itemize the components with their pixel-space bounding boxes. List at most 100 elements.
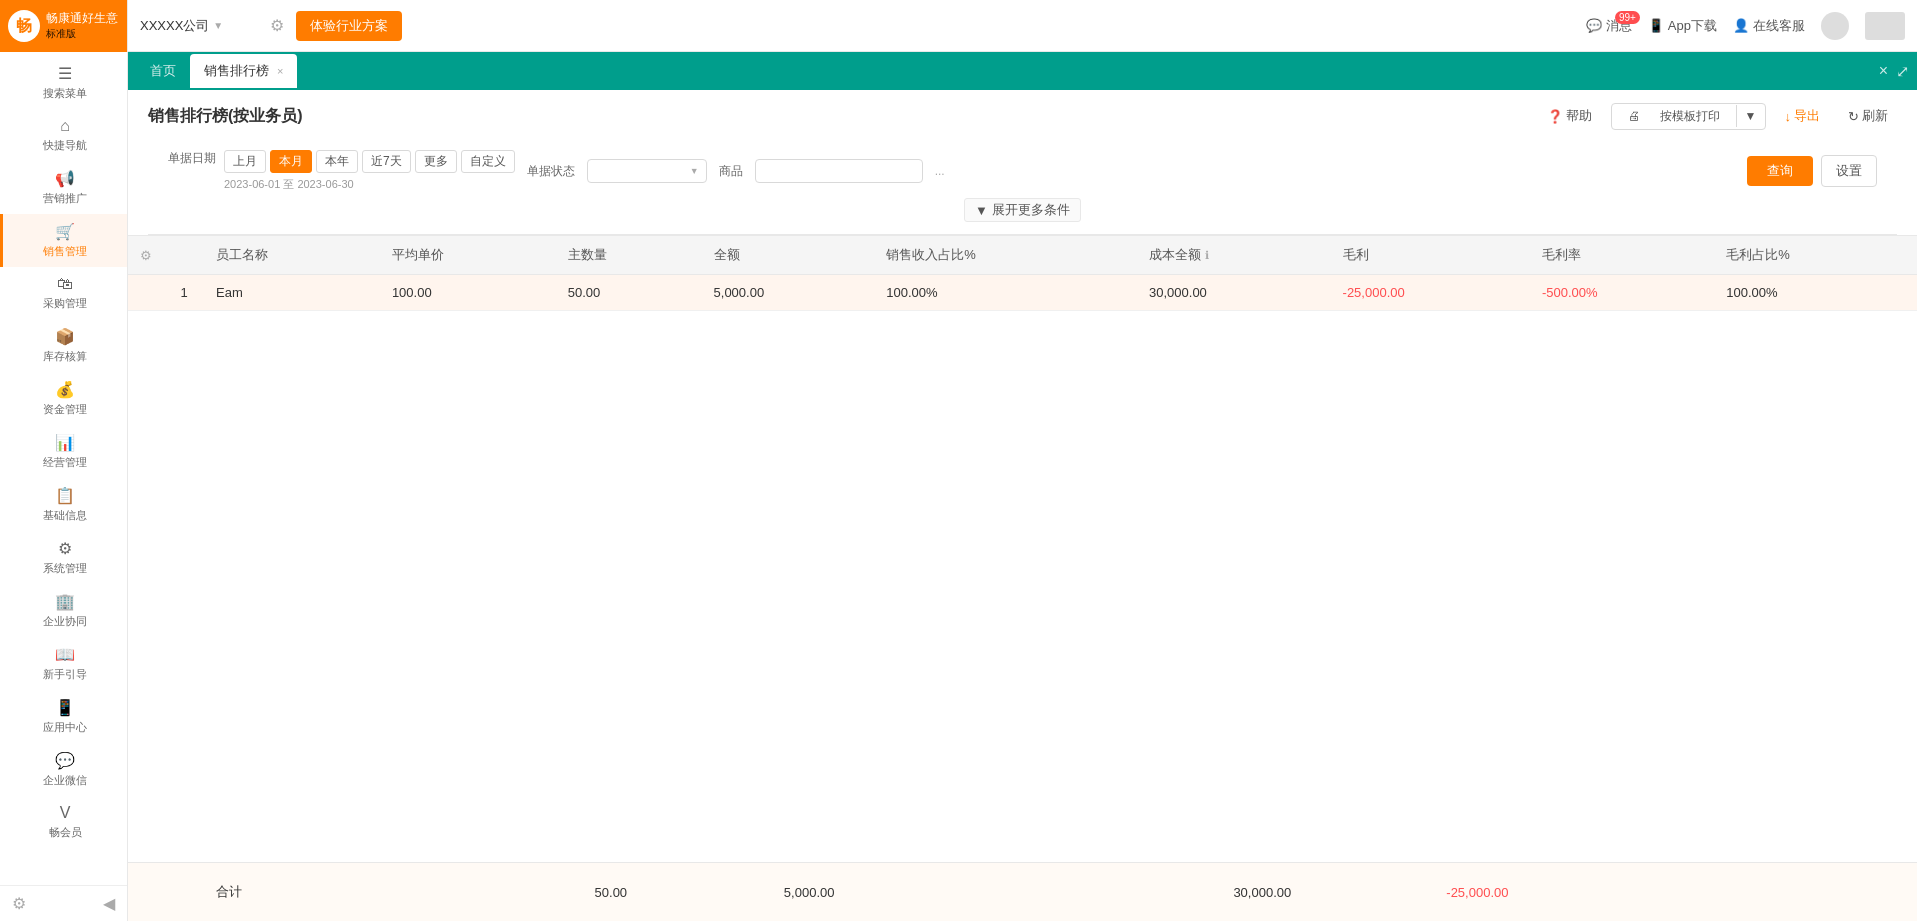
collapse-icon[interactable]: ◀ [103, 894, 115, 913]
sidebar-item-basics[interactable]: 📋 基础信息 [0, 478, 127, 531]
sidebar-item-sales[interactable]: 🛒 销售管理 [0, 214, 127, 267]
sidebar-label-system: 系统管理 [43, 561, 87, 576]
status-select-wrapper [587, 159, 707, 183]
app-download-label: App下载 [1668, 17, 1717, 35]
footer-sales-pct [985, 873, 1222, 911]
row-cost: 30,000.00 [1137, 275, 1331, 311]
message-btn[interactable]: 💬 消息 99+ [1586, 17, 1632, 35]
goods-more-icon[interactable]: ... [935, 164, 945, 178]
row-sales-pct: 100.00% [874, 275, 1137, 311]
company-name: XXXXX公司 [140, 17, 209, 35]
col-avg-price: 平均单价 [380, 236, 556, 275]
service-icon: 👤 [1733, 18, 1749, 33]
table-header-row: ⚙ 员工名称 平均单价 主数量 全额 销售收入占比% 成本全额 ℹ 毛利 毛利率… [128, 236, 1917, 275]
company-settings-icon[interactable]: ⚙ [270, 16, 284, 35]
row-gross: -25,000.00 [1331, 275, 1530, 311]
date-more-btn[interactable]: 更多 [415, 150, 457, 173]
sidebar-label-marketing: 营销推广 [43, 191, 87, 206]
col-rank [164, 236, 204, 275]
sidebar-label-guide: 新手引导 [43, 667, 87, 682]
sidebar-icon-member: V [60, 804, 71, 822]
status-select[interactable] [587, 159, 707, 183]
settings-gear-icon[interactable]: ⚙ [12, 894, 26, 913]
main-area: XXXXX公司 ▼ ⚙ 体验行业方案 💬 消息 99+ 📱 App下载 👤 在线… [128, 0, 1917, 921]
sidebar-icon-operations: 📊 [55, 433, 75, 452]
refresh-button[interactable]: ↻ 刷新 [1839, 102, 1897, 130]
date-prev-month-btn[interactable]: 上月 [224, 150, 266, 173]
col-gross: 毛利 [1331, 236, 1530, 275]
tab-close-icon[interactable]: × [277, 65, 283, 77]
print-dropdown-icon[interactable]: ▼ [1737, 105, 1765, 127]
header-right: 💬 消息 99+ 📱 App下载 👤 在线客服 [1586, 12, 1905, 40]
top-header: XXXXX公司 ▼ ⚙ 体验行业方案 💬 消息 99+ 📱 App下载 👤 在线… [128, 0, 1917, 52]
sidebar-item-marketing[interactable]: 📢 营销推广 [0, 161, 127, 214]
help-button[interactable]: ❓ 帮助 [1538, 102, 1601, 130]
sidebar-item-system[interactable]: ⚙ 系统管理 [0, 531, 127, 584]
trial-button[interactable]: 体验行业方案 [296, 11, 402, 41]
sidebar-label-enterprise: 企业协同 [43, 614, 87, 629]
date-custom-btn[interactable]: 自定义 [461, 150, 515, 173]
sidebar-item-apps[interactable]: 📱 应用中心 [0, 690, 127, 743]
sidebar-icon-wechat: 💬 [55, 751, 75, 770]
date-curr-month-btn[interactable]: 本月 [270, 150, 312, 173]
company-selector[interactable]: XXXXX公司 ▼ [140, 17, 260, 35]
col-gross-rate: 毛利率 [1530, 236, 1714, 275]
footer-table: 合计 50.00 5,000.00 30,000.00 -25,000.00 [128, 873, 1917, 911]
sidebar-label-apps: 应用中心 [43, 720, 87, 735]
sidebar-icon-marketing: 📢 [55, 169, 75, 188]
row-rank: 1 [164, 275, 204, 311]
sidebar-item-shortcuts[interactable]: ⌂ 快捷导航 [0, 109, 127, 161]
date-year-btn[interactable]: 本年 [316, 150, 358, 173]
sidebar: 畅 畅康通好生意 标准版 ☰ 搜索菜单 ⌂ 快捷导航 📢 营销推广 🛒 销售管理… [0, 0, 128, 921]
date-week-btn[interactable]: 近7天 [362, 150, 411, 173]
col-cost: 成本全额 ℹ [1137, 236, 1331, 275]
tab-home[interactable]: 首页 [136, 54, 190, 88]
app-download-btn[interactable]: 📱 App下载 [1648, 17, 1717, 35]
sidebar-icon-sales: 🛒 [55, 222, 75, 241]
sidebar-item-operations[interactable]: 📊 经营管理 [0, 425, 127, 478]
sidebar-label-member: 畅会员 [49, 825, 82, 840]
sidebar-item-enterprise[interactable]: 🏢 企业协同 [0, 584, 127, 637]
tab-sales-ranking[interactable]: 销售排行榜 × [190, 54, 297, 88]
page-header: 销售排行榜(按业务员) ❓ 帮助 🖨 按模板打印 ▼ [128, 90, 1917, 236]
sidebar-label-finance: 资金管理 [43, 402, 87, 417]
print-btn[interactable]: 🖨 按模板打印 [1612, 104, 1735, 129]
download-icon: 📱 [1648, 18, 1664, 33]
expand-row: ▼ 展开更多条件 [168, 192, 1877, 224]
table-row: 1 Eam 100.00 50.00 5,000.00 100.00% 30,0… [128, 275, 1917, 311]
col-amount: 全额 [702, 236, 875, 275]
query-button[interactable]: 查询 [1747, 156, 1813, 186]
sidebar-item-finance[interactable]: 💰 资金管理 [0, 372, 127, 425]
user-info[interactable] [1865, 12, 1905, 40]
service-label: 在线客服 [1753, 17, 1805, 35]
sidebar-item-wechat[interactable]: 💬 企业微信 [0, 743, 127, 796]
expand-label: 展开更多条件 [992, 201, 1070, 219]
sidebar-label-wechat: 企业微信 [43, 773, 87, 788]
online-service-btn[interactable]: 👤 在线客服 [1733, 17, 1805, 35]
message-icon: 💬 [1586, 18, 1602, 33]
filter-area: 单据日期 上月 本月 本年 近7天 更多 自定义 2023-06-01 至 20… [148, 140, 1897, 235]
sidebar-item-inventory[interactable]: 📦 库存核算 [0, 319, 127, 372]
footer-gross: -25,000.00 [1434, 873, 1647, 911]
sidebar-item-guide[interactable]: 📖 新手引导 [0, 637, 127, 690]
help-label: 帮助 [1566, 107, 1592, 125]
sidebar-label-shortcuts: 快捷导航 [43, 138, 87, 153]
sidebar-icon-basics: 📋 [55, 486, 75, 505]
tab-maximize-icon[interactable]: ⤢ [1896, 62, 1909, 81]
sidebar-item-purchase[interactable]: 🛍 采购管理 [0, 267, 127, 319]
footer-cost: 30,000.00 [1221, 873, 1434, 911]
sidebar-label-inventory: 库存核算 [43, 349, 87, 364]
export-label: 导出 [1794, 107, 1820, 125]
settings-button[interactable]: 设置 [1821, 155, 1877, 187]
avatar[interactable] [1821, 12, 1849, 40]
goods-input[interactable] [755, 159, 923, 183]
expand-more-button[interactable]: ▼ 展开更多条件 [964, 198, 1081, 222]
sidebar-icon-inventory: 📦 [55, 327, 75, 346]
export-button[interactable]: ↓ 导出 [1776, 102, 1830, 130]
filter-right-group: 查询 设置 [1747, 155, 1877, 187]
sidebar-item-member[interactable]: V 畅会员 [0, 796, 127, 848]
tab-close-window-icon[interactable]: × [1879, 62, 1888, 81]
col-quantity: 主数量 [556, 236, 702, 275]
cost-info-icon[interactable]: ℹ [1205, 249, 1209, 261]
sidebar-item-search[interactable]: ☰ 搜索菜单 [0, 56, 127, 109]
